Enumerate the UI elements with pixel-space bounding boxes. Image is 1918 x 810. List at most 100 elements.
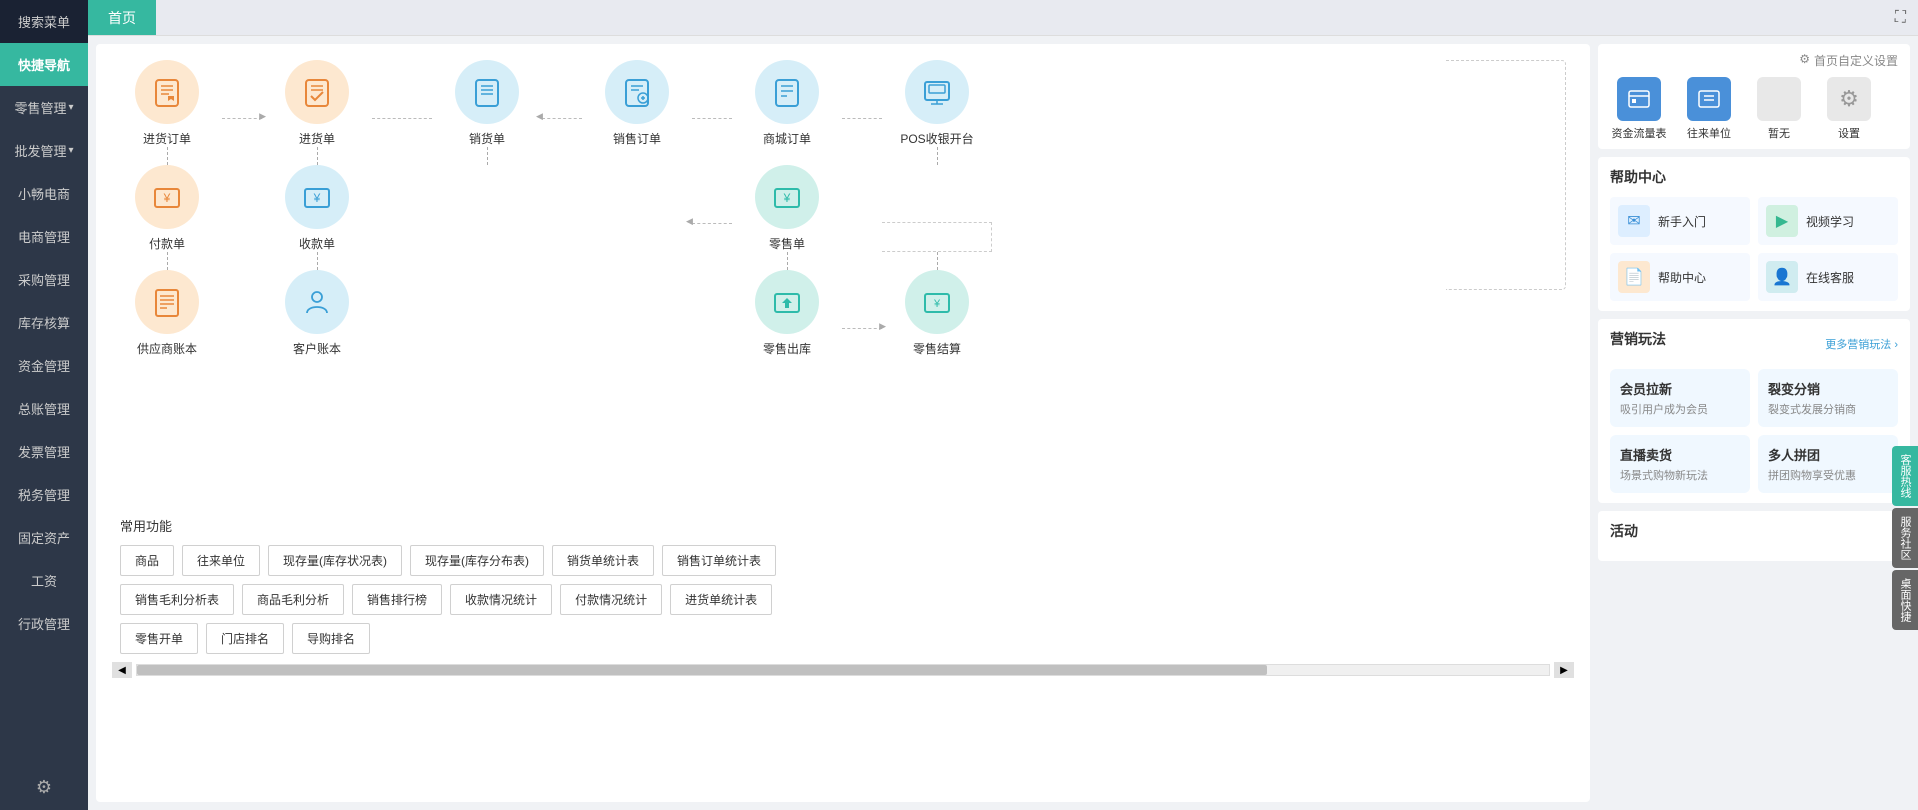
qi-cashflow-label: 资金流量表 [1612,125,1667,141]
func-btn-store-rank[interactable]: 门店排名 [206,623,284,654]
node-payment[interactable]: ¥ 付款单 [112,165,222,252]
help-beginner-label: 新手入门 [1658,213,1706,230]
func-btn-partners[interactable]: 往来单位 [182,545,260,576]
node-purchase-order[interactable]: 进货订单 [112,60,222,147]
marketing-item-member[interactable]: 会员拉新 吸引用户成为会员 [1610,369,1750,427]
node-sales-order[interactable]: 销售订单 [582,60,692,147]
node-purchase-bill-label: 进货单 [299,130,335,147]
qi-partners[interactable]: 往来单位 [1680,77,1738,141]
marketing-more-link[interactable]: 更多营销玩法 › [1825,336,1898,352]
side-float-community[interactable]: 服务社区 [1892,508,1918,568]
sidebar-item-purchase[interactable]: 采购管理 [0,258,88,301]
node-receipt-label: 收款单 [299,235,335,252]
node-pos-label: POS收银开台 [900,130,973,147]
func-btn-guide-rank[interactable]: 导购排名 [292,623,370,654]
quick-access-header: ⚙ 首页自定义设置 [1610,52,1898,69]
svg-text:¥: ¥ [163,191,171,205]
marketing-item-live[interactable]: 直播卖货 场景式购物新玩法 [1610,435,1750,493]
mi-live-desc: 场景式购物新玩法 [1620,467,1740,483]
side-float-service[interactable]: 客服热线 [1892,446,1918,506]
node-customer-account[interactable]: 客户账本 [262,270,372,357]
func-btn-receipt-stat[interactable]: 收款情况统计 [450,584,552,615]
func-btn-stock-status[interactable]: 现存量(库存状况表) [268,545,402,576]
func-btn-sales-stat[interactable]: 销货单统计表 [552,545,654,576]
node-retail-bill[interactable]: ¥ 零售单 [732,165,842,252]
sidebar-settings-icon[interactable]: ⚙ [0,765,88,810]
mi-fission-desc: 裂变式发展分销商 [1768,401,1888,417]
sidebar-quicknav[interactable]: 快捷导航 [0,43,88,86]
fullscreen-button[interactable]: ⛶ [1883,9,1918,27]
node-purchase-order-label: 进货订单 [143,130,191,147]
func-btn-sales-rank[interactable]: 销售排行榜 [352,584,442,615]
sidebar-item-retail[interactable]: 零售管理 ▾ [0,86,88,129]
qi-cashflow[interactable]: 资金流量表 [1610,77,1668,141]
func-btn-sales-order-stat[interactable]: 销售订单统计表 [662,545,776,576]
sidebar-item-fixedasset[interactable]: 固定资产 [0,516,88,559]
node-mall-order[interactable]: 商城订单 [732,60,842,147]
marketing-header: 营销玩法 更多营销玩法 › [1610,329,1898,359]
qi-partners-icon [1687,77,1731,121]
arrow-sales-order-to-bill: ◀ [542,118,582,147]
func-btn-stock-dist[interactable]: 现存量(库存分布表) [410,545,544,576]
sidebar-item-inventory[interactable]: 库存核算 [0,301,88,344]
help-title: 帮助中心 [1610,167,1898,187]
node-retail-settle[interactable]: ¥ 零售结算 [882,270,992,357]
node-payment-label: 付款单 [149,235,185,252]
sidebar-item-tax[interactable]: 税务管理 [0,473,88,516]
node-retail-out[interactable]: 零售出库 [732,270,842,357]
sidebar-item-wholesale[interactable]: 批发管理 ▾ [0,129,88,172]
marketing-item-group[interactable]: 多人拼团 拼团购物享受优惠 [1758,435,1898,493]
svg-text:¥: ¥ [783,191,791,205]
sidebar-item-ledger[interactable]: 总账管理 [0,387,88,430]
qi-empty-icon [1757,77,1801,121]
help-item-service[interactable]: 👤 在线客服 [1758,253,1898,301]
sidebar-item-finance[interactable]: 资金管理 [0,344,88,387]
func-btn-payment-stat[interactable]: 付款情况统计 [560,584,662,615]
node-purchase-bill[interactable]: 进货单 [262,60,372,147]
node-pos[interactable]: POS收银开台 [882,60,992,147]
qi-settings[interactable]: ⚙ 设置 [1820,77,1878,141]
sidebar-item-payroll[interactable]: 工资 [0,559,88,602]
page-body: 进货订单 进货单 [88,36,1918,810]
func-btn-purchase-stat[interactable]: 进货单统计表 [670,584,772,615]
mi-group-desc: 拼团购物享受优惠 [1768,467,1888,483]
func-btn-sales-margin[interactable]: 销售毛利分析表 [120,584,234,615]
help-item-beginner[interactable]: ✉ 新手入门 [1610,197,1750,245]
marketing-title: 营销玩法 [1610,329,1666,349]
func-btn-goods[interactable]: 商品 [120,545,174,576]
node-sales-bill[interactable]: 销货单 [432,60,542,147]
scroll-right-button[interactable]: ▶ [1554,662,1574,678]
sidebar-item-ecom-mgmt[interactable]: 电商管理 [0,215,88,258]
node-retail-settle-label: 零售结算 [913,340,961,357]
node-mall-order-label: 商城订单 [763,130,811,147]
help-help-label: 帮助中心 [1658,269,1706,286]
scroll-bar: ◀ ▶ [112,662,1574,678]
help-beginner-icon: ✉ [1618,205,1650,237]
svg-text:¥: ¥ [313,191,321,205]
help-item-help[interactable]: 📄 帮助中心 [1610,253,1750,301]
tab-home[interactable]: 首页 [88,0,156,35]
scroll-left-button[interactable]: ◀ [112,662,132,678]
sidebar-item-admin[interactable]: 行政管理 [0,602,88,645]
scroll-thumb [137,665,1267,675]
quick-icons: 资金流量表 往来单位 暂无 ⚙ 设置 [1610,77,1898,141]
node-receipt[interactable]: ¥ 收款单 [262,165,372,252]
gear-icon: ⚙ [1799,52,1810,69]
quick-access-section: ⚙ 首页自定义设置 资金流量表 往来单位 [1598,44,1910,149]
customize-label[interactable]: 首页自定义设置 [1814,52,1898,69]
sidebar-item-invoice[interactable]: 发票管理 [0,430,88,473]
func-btn-retail-order[interactable]: 零售开单 [120,623,198,654]
marketing-item-fission[interactable]: 裂变分销 裂变式发展分销商 [1758,369,1898,427]
node-sales-order-label: 销售订单 [613,130,661,147]
qi-partners-label: 往来单位 [1687,125,1731,141]
side-float-desktop[interactable]: 桌面快捷 [1892,570,1918,630]
help-item-video[interactable]: ▶ 视频学习 [1758,197,1898,245]
help-help-icon: 📄 [1618,261,1650,293]
sidebar-item-ecommerce[interactable]: 小畅电商 [0,172,88,215]
mi-fission-title: 裂变分销 [1768,379,1888,398]
qi-settings-icon: ⚙ [1827,77,1871,121]
sidebar-search[interactable]: 搜索菜单 [0,0,88,43]
scroll-track[interactable] [136,664,1550,676]
func-btn-goods-margin[interactable]: 商品毛利分析 [242,584,344,615]
node-supplier-account[interactable]: 供应商账本 [112,270,222,357]
